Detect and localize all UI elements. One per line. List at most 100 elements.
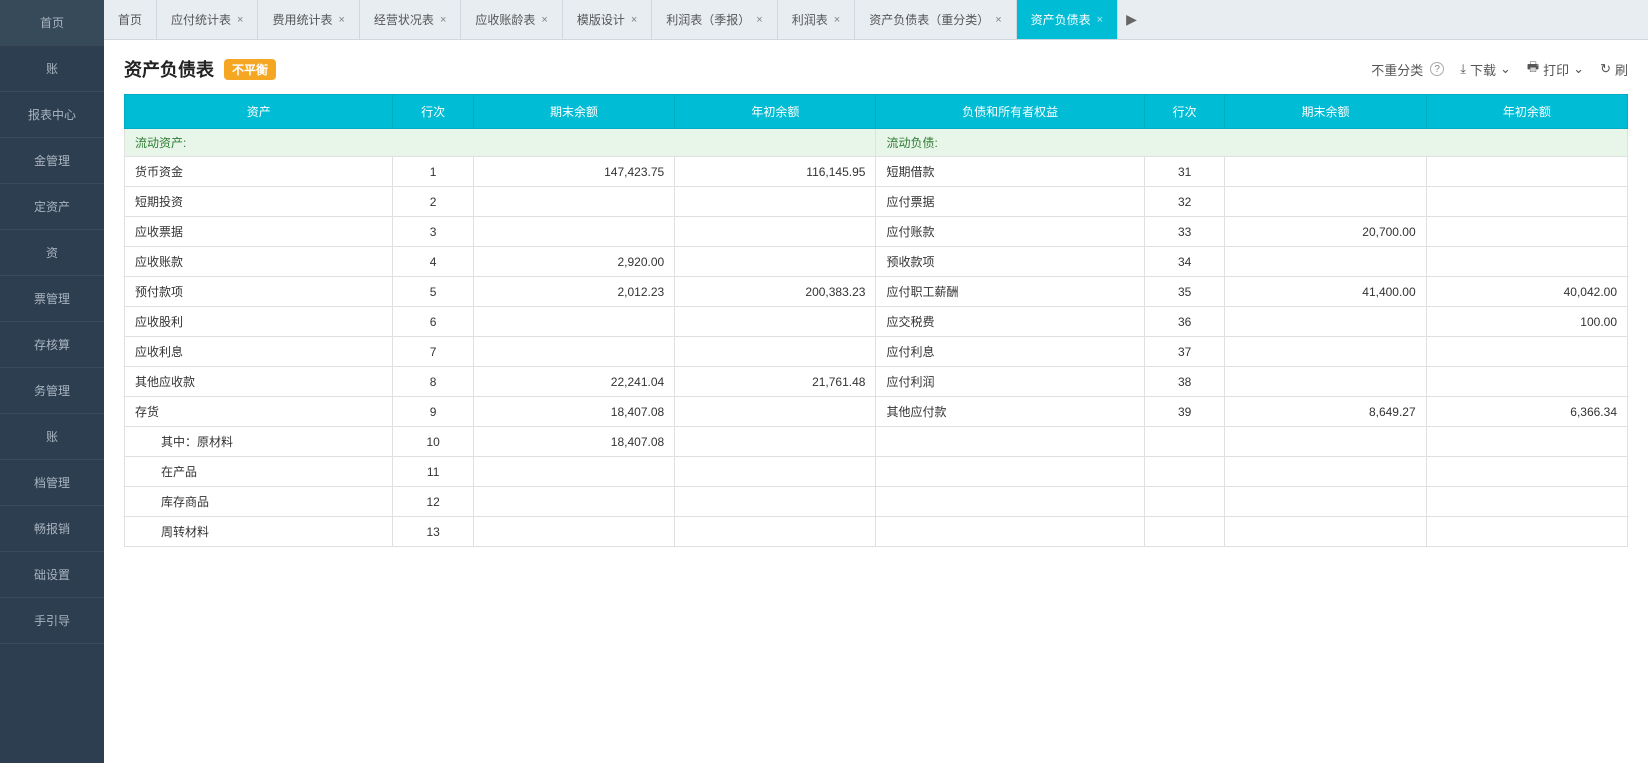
table-row: 在产品 11	[125, 457, 1628, 487]
asset-name[interactable]: 应收利息	[125, 337, 393, 367]
tab-close-template[interactable]: ×	[631, 14, 637, 26]
liability-name[interactable]: 应付账款	[876, 217, 1144, 247]
tab-scroll-right[interactable]: ▶	[1118, 0, 1145, 40]
col-end-balance: 期末余额	[473, 95, 674, 129]
liability-name[interactable]: 应付票据	[876, 187, 1144, 217]
sidebar-item-home[interactable]: 首页	[0, 0, 104, 46]
table-row: 存货 9 18,407.08 其他应付款 39 8,649.27 6,366.3…	[125, 397, 1628, 427]
year-start2	[1426, 247, 1627, 277]
tab-close-balance[interactable]: ×	[1097, 14, 1103, 26]
sidebar-item-settings[interactable]: 础设置	[0, 552, 104, 598]
asset-name[interactable]: 存货	[125, 397, 393, 427]
asset-name[interactable]: 货币资金	[125, 157, 393, 187]
sidebar-item-fund-mgmt[interactable]: 金管理	[0, 138, 104, 184]
year-start-balance	[675, 247, 876, 277]
no-reclassify-btn[interactable]: 不重分类 ?	[1371, 60, 1444, 79]
end-balance2	[1225, 307, 1426, 337]
tab-template-design[interactable]: 模版设计 ×	[563, 0, 652, 40]
liability-name[interactable]: 短期借款	[876, 157, 1144, 187]
row-number: 7	[393, 337, 474, 367]
page-title: 资产负债表	[124, 56, 214, 82]
tab-close-profit-q[interactable]: ×	[756, 14, 762, 26]
row-number2: 38	[1144, 367, 1225, 397]
end-balance2	[1225, 457, 1426, 487]
asset-name[interactable]: 应收账款	[125, 247, 393, 277]
liability-name[interactable]	[876, 457, 1144, 487]
row-number2: 31	[1144, 157, 1225, 187]
asset-name[interactable]: 应收票据	[125, 217, 393, 247]
tab-close-ap-stat[interactable]: ×	[237, 14, 243, 26]
row-number: 10	[393, 427, 474, 457]
liability-name[interactable]	[876, 487, 1144, 517]
sidebar-item-archive[interactable]: 档管理	[0, 460, 104, 506]
year-start-balance	[675, 337, 876, 367]
tab-balance-reclassify[interactable]: 资产负债表（重分类） ×	[855, 0, 1016, 40]
tab-profit-quarterly[interactable]: 利润表（季报） ×	[652, 0, 777, 40]
print-btn[interactable]: 🖶 打印 ⌄	[1527, 58, 1584, 80]
tab-close-profit[interactable]: ×	[834, 14, 840, 26]
row-number: 12	[393, 487, 474, 517]
table-row: 周转材料 13	[125, 517, 1628, 547]
liability-name[interactable]	[876, 517, 1144, 547]
asset-name[interactable]: 在产品	[125, 457, 393, 487]
asset-name[interactable]: 其他应收款	[125, 367, 393, 397]
asset-name[interactable]: 其中：原材料	[125, 427, 393, 457]
download-chevron-icon: ⌄	[1500, 61, 1511, 77]
download-btn[interactable]: ⤓ 下载 ⌄	[1460, 60, 1511, 79]
end-balance2: 41,400.00	[1225, 277, 1426, 307]
liability-name[interactable]: 应付职工薪酬	[876, 277, 1144, 307]
tab-home[interactable]: 首页	[104, 0, 157, 40]
tab-close-expense-stat[interactable]: ×	[338, 14, 344, 26]
asset-name[interactable]: 库存商品	[125, 487, 393, 517]
asset-name[interactable]: 预付款项	[125, 277, 393, 307]
end-balance: 2,012.23	[473, 277, 674, 307]
sidebar-item-investment[interactable]: 资	[0, 230, 104, 276]
sidebar-item-report-center[interactable]: 报表中心	[0, 92, 104, 138]
tab-ar-aging[interactable]: 应收账龄表 ×	[461, 0, 562, 40]
tab-close-ar-aging[interactable]: ×	[541, 14, 547, 26]
tab-balance-sheet[interactable]: 资产负债表 ×	[1017, 0, 1118, 40]
sidebar-item-inventory[interactable]: 存核算	[0, 322, 104, 368]
row-number: 8	[393, 367, 474, 397]
table-row: 短期投资 2 应付票据 32	[125, 187, 1628, 217]
liability-name[interactable]: 应付利润	[876, 367, 1144, 397]
liability-name[interactable]: 应付利息	[876, 337, 1144, 367]
tab-operations[interactable]: 经营状况表 ×	[360, 0, 461, 40]
asset-name[interactable]: 周转材料	[125, 517, 393, 547]
tab-profit[interactable]: 利润表 ×	[778, 0, 855, 40]
asset-name[interactable]: 短期投资	[125, 187, 393, 217]
refresh-btn[interactable]: ↻ 刷	[1600, 60, 1628, 79]
table-row: 库存商品 12	[125, 487, 1628, 517]
tab-ap-stat[interactable]: 应付统计表 ×	[157, 0, 258, 40]
end-balance2	[1225, 337, 1426, 367]
end-balance2	[1225, 187, 1426, 217]
table-row: 应收账款 4 2,920.00 预收款项 34	[125, 247, 1628, 277]
year-start-balance	[675, 457, 876, 487]
sidebar-item-expense[interactable]: 畅报销	[0, 506, 104, 552]
col-year-start2: 年初余额	[1426, 95, 1627, 129]
sidebar-item-fixed-assets[interactable]: 定资产	[0, 184, 104, 230]
sidebar-item-ledger[interactable]: 账	[0, 414, 104, 460]
row-number: 6	[393, 307, 474, 337]
liability-name[interactable]: 应交税费	[876, 307, 1144, 337]
sidebar-item-account[interactable]: 账	[0, 46, 104, 92]
sidebar-item-ticket-mgmt[interactable]: 票管理	[0, 276, 104, 322]
year-start-balance: 200,383.23	[675, 277, 876, 307]
liability-name[interactable]: 预收款项	[876, 247, 1144, 277]
col-liability-equity: 负债和所有者权益	[876, 95, 1144, 129]
sidebar-item-tax-mgmt[interactable]: 务管理	[0, 368, 104, 414]
sidebar-item-guide[interactable]: 手引导	[0, 598, 104, 644]
row-number2	[1144, 487, 1225, 517]
row-number2	[1144, 457, 1225, 487]
asset-name[interactable]: 应收股利	[125, 307, 393, 337]
tab-expense-stat[interactable]: 费用统计表 ×	[258, 0, 359, 40]
year-start2	[1426, 157, 1627, 187]
year-start2	[1426, 337, 1627, 367]
tab-close-operations[interactable]: ×	[440, 14, 446, 26]
end-balance: 18,407.08	[473, 397, 674, 427]
year-start2	[1426, 187, 1627, 217]
liability-name[interactable]	[876, 427, 1144, 457]
year-start-balance	[675, 517, 876, 547]
liability-name[interactable]: 其他应付款	[876, 397, 1144, 427]
tab-close-balance-reclassify[interactable]: ×	[995, 14, 1001, 26]
